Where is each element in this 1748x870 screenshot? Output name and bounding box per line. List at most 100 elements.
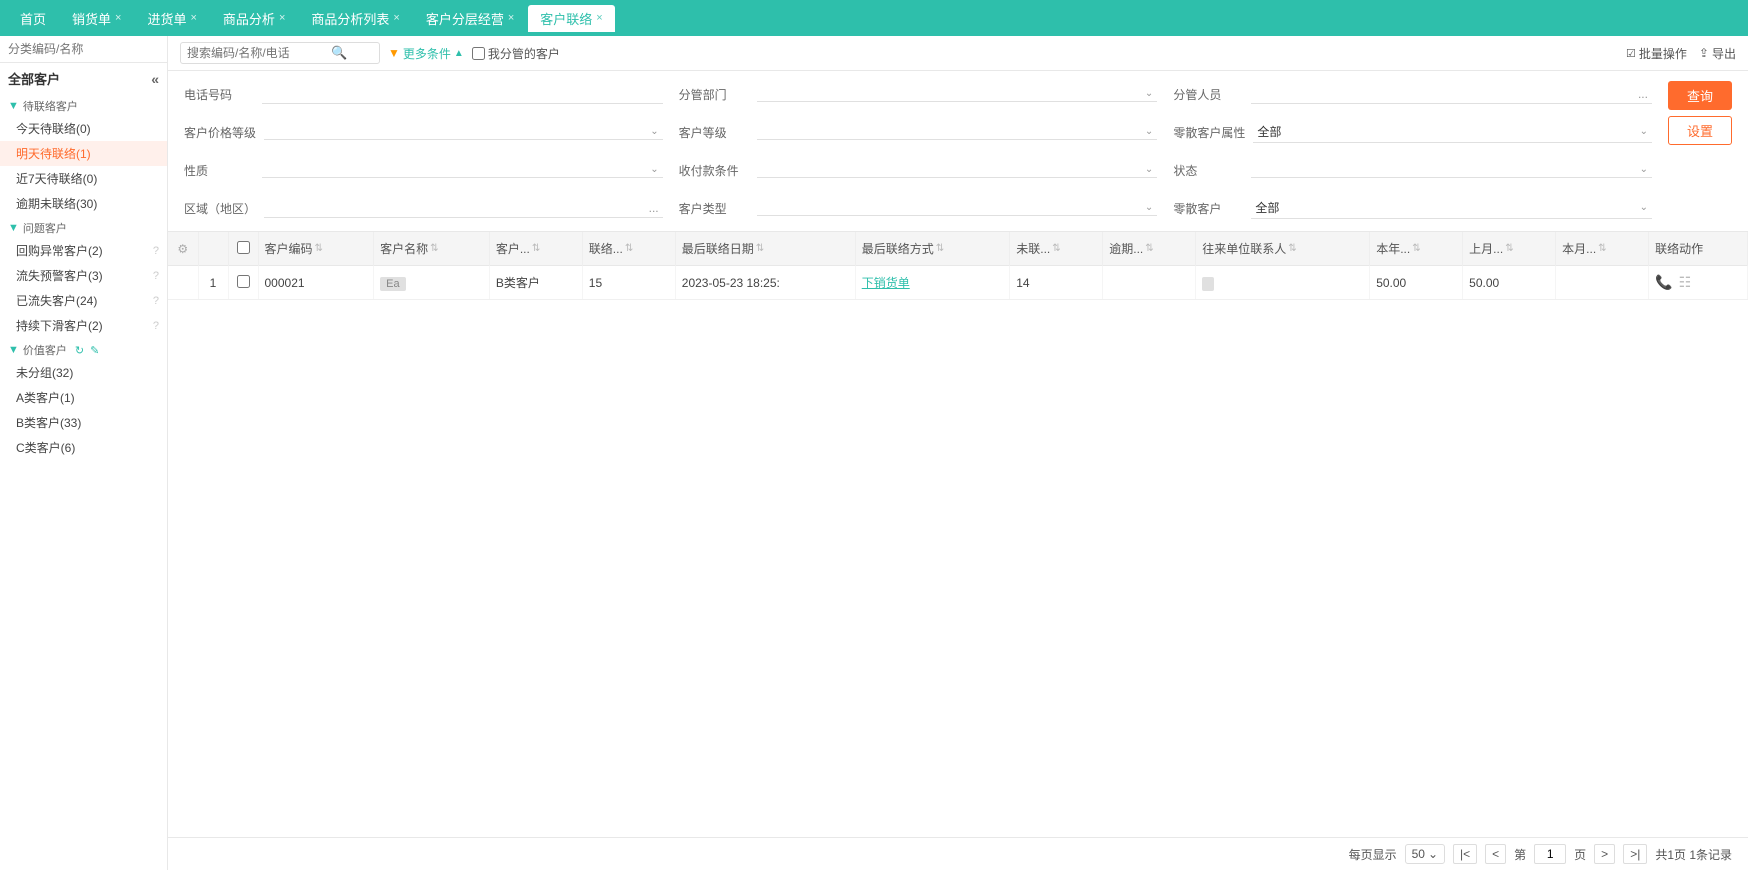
content-area: 🔍 ▼ 更多条件 ▲ 我分管的客户 ☑ 批量操作 ⇪ 导出 — [168, 36, 1748, 870]
filter-retail-attr-value: 全部 — [1257, 123, 1281, 140]
select-all-checkbox[interactable] — [237, 241, 250, 254]
sidebar-all-customers[interactable]: 全部客户 « — [0, 63, 167, 94]
nav-tab-product-analysis[interactable]: 商品分析 × — [211, 5, 297, 32]
sidebar-item-repurchase[interactable]: 回购异常客户(2) ? — [0, 238, 167, 263]
sort-this-year[interactable]: ⇅ — [1412, 243, 1420, 254]
sort-type[interactable]: ⇅ — [532, 243, 540, 254]
sidebar-item-week[interactable]: 近7天待联络(0) — [0, 166, 167, 191]
nav-close-product-analysis[interactable]: × — [279, 12, 285, 24]
sidebar-item-lost[interactable]: 已流失客户(24) ? — [0, 288, 167, 313]
nav-close-customer-contact[interactable]: × — [596, 12, 602, 24]
search-input[interactable] — [187, 46, 327, 60]
query-button[interactable]: 查询 — [1668, 81, 1732, 110]
filter-price-level-select[interactable]: ⌄ — [264, 124, 663, 140]
filter-level-select[interactable]: ⌄ — [757, 124, 1158, 140]
search-input-wrap: 🔍 — [180, 42, 380, 64]
page-size-select[interactable]: 50 ⌄ — [1405, 844, 1445, 864]
nav-tab-customer-contact[interactable]: 客户联络 × — [528, 5, 614, 32]
sort-last-date[interactable]: ⇅ — [756, 243, 764, 254]
gear-icon[interactable]: ⚙ — [177, 242, 188, 256]
sidebar-item-today[interactable]: 今天待联络(0) — [0, 116, 167, 141]
sidebar-help-icon-lost-warning[interactable]: ? — [153, 270, 159, 282]
sort-name[interactable]: ⇅ — [430, 243, 438, 254]
filter-retail-attr-select[interactable]: 全部 ⌄ — [1253, 121, 1652, 143]
sidebar-help-icon-lost[interactable]: ? — [153, 295, 159, 307]
my-customer-check[interactable]: 我分管的客户 — [472, 45, 560, 62]
set-button[interactable]: 设置 — [1668, 116, 1732, 145]
sidebar-help-icon-declining[interactable]: ? — [153, 320, 159, 332]
filter-customer-type-chevron: ⌄ — [1145, 202, 1153, 213]
row-code-cell: 000021 — [258, 266, 374, 300]
filter-area-dots[interactable]: ... — [649, 201, 659, 215]
row-contact-cell: 15 — [582, 266, 675, 300]
row-action-phone-icon[interactable]: 📞 — [1655, 274, 1672, 291]
nav-tab-purchase[interactable]: 进货单 × — [135, 5, 208, 32]
col-contact-person: 往来单位联系人 ⇅ — [1196, 232, 1370, 266]
nav-tab-customer-layer[interactable]: 客户分层经营 × — [414, 5, 526, 32]
more-filter-button[interactable]: ▼ 更多条件 ▲ — [388, 45, 464, 62]
sidebar-item-tomorrow[interactable]: 明天待联络(1) — [0, 141, 167, 166]
col-no — [198, 232, 228, 266]
first-page-button[interactable]: |< — [1453, 844, 1477, 864]
row-checkbox[interactable] — [237, 275, 250, 288]
filter-customer-type-label: 客户类型 — [679, 200, 749, 217]
sidebar-search-input[interactable] — [8, 42, 163, 56]
sort-last-way[interactable]: ⇅ — [936, 243, 944, 254]
nav-home[interactable]: 首页 — [8, 5, 58, 32]
sidebar-item-lost-warning[interactable]: 流失预警客户(3) ? — [0, 263, 167, 288]
filter-payment-select[interactable]: ⌄ — [757, 162, 1158, 178]
sort-contact-person[interactable]: ⇅ — [1288, 243, 1296, 254]
sort-this-month[interactable]: ⇅ — [1598, 243, 1606, 254]
sidebar-collapse-icon: « — [151, 71, 159, 87]
page-size-value: 50 — [1412, 847, 1425, 861]
nav-close-product-list[interactable]: × — [393, 12, 399, 24]
sort-overdue[interactable]: ⇅ — [1145, 243, 1153, 254]
sidebar-item-ungroup[interactable]: 未分组(32) — [0, 360, 167, 385]
sidebar-item-declining[interactable]: 持续下滑客户(2) ? — [0, 313, 167, 338]
col-code: 客户编码 ⇅ — [258, 232, 374, 266]
filter-payment-label: 收付款条件 — [679, 162, 749, 179]
sort-last-month[interactable]: ⇅ — [1505, 243, 1513, 254]
row-no: 1 — [210, 276, 217, 290]
nav-tab-sales[interactable]: 销货单 × — [60, 5, 133, 32]
sidebar-item-overdue[interactable]: 逾期未联络(30) — [0, 191, 167, 216]
filter-retail-customer-select[interactable]: 全部 ⌄ — [1251, 197, 1652, 219]
prev-page-button[interactable]: < — [1485, 844, 1506, 864]
my-customer-checkbox[interactable] — [472, 47, 485, 60]
nav-close-purchase[interactable]: × — [190, 12, 196, 24]
next-page-button[interactable]: > — [1594, 844, 1615, 864]
filter-person-select[interactable]: ... — [1251, 85, 1652, 104]
batch-op-button[interactable]: ☑ 批量操作 — [1626, 45, 1687, 62]
page-input[interactable] — [1534, 844, 1566, 864]
filter-payment-chevron: ⌄ — [1145, 164, 1153, 175]
sort-not-contact[interactable]: ⇅ — [1052, 243, 1060, 254]
row-last-way[interactable]: 下销货单 — [862, 276, 910, 290]
nav-close-sales[interactable]: × — [115, 12, 121, 24]
filter-status-select[interactable]: ⌄ — [1251, 162, 1652, 178]
sort-contact[interactable]: ⇅ — [625, 243, 633, 254]
nav-close-customer-layer[interactable]: × — [508, 12, 514, 24]
filter-dept: 分管部门 ⌄ — [679, 79, 1158, 109]
filter-phone-input[interactable] — [262, 85, 663, 104]
filter-person-dots[interactable]: ... — [1638, 87, 1648, 101]
export-button[interactable]: ⇪ 导出 — [1699, 45, 1736, 62]
sidebar-group-pending-label: 待联络客户 — [23, 98, 78, 114]
sidebar-item-class-b[interactable]: B类客户(33) — [0, 410, 167, 435]
sort-code[interactable]: ⇅ — [315, 243, 323, 254]
filter-area-select[interactable]: ... — [264, 199, 663, 218]
nav-tab-product-list[interactable]: 商品分析列表 × — [299, 5, 411, 32]
col-check — [228, 232, 258, 266]
search-icon[interactable]: 🔍 — [331, 45, 347, 61]
sidebar-help-icon-repurchase[interactable]: ? — [153, 245, 159, 257]
sidebar-item-class-a-label: A类客户(1) — [16, 389, 75, 406]
last-page-button[interactable]: >| — [1623, 844, 1647, 864]
filter-customer-type-select[interactable]: ⌄ — [757, 200, 1158, 216]
filter-phone: 电话号码 — [184, 79, 663, 109]
filter-gender-select[interactable]: ⌄ — [262, 162, 663, 178]
sidebar-item-class-c[interactable]: C类客户(6) — [0, 435, 167, 460]
row-this-month-cell — [1556, 266, 1649, 300]
filter-dept-select[interactable]: ⌄ — [757, 86, 1158, 102]
filter-gender-label: 性质 — [184, 162, 254, 179]
row-action-qr-icon[interactable]: ☷ — [1679, 274, 1692, 291]
sidebar-item-class-a[interactable]: A类客户(1) — [0, 385, 167, 410]
